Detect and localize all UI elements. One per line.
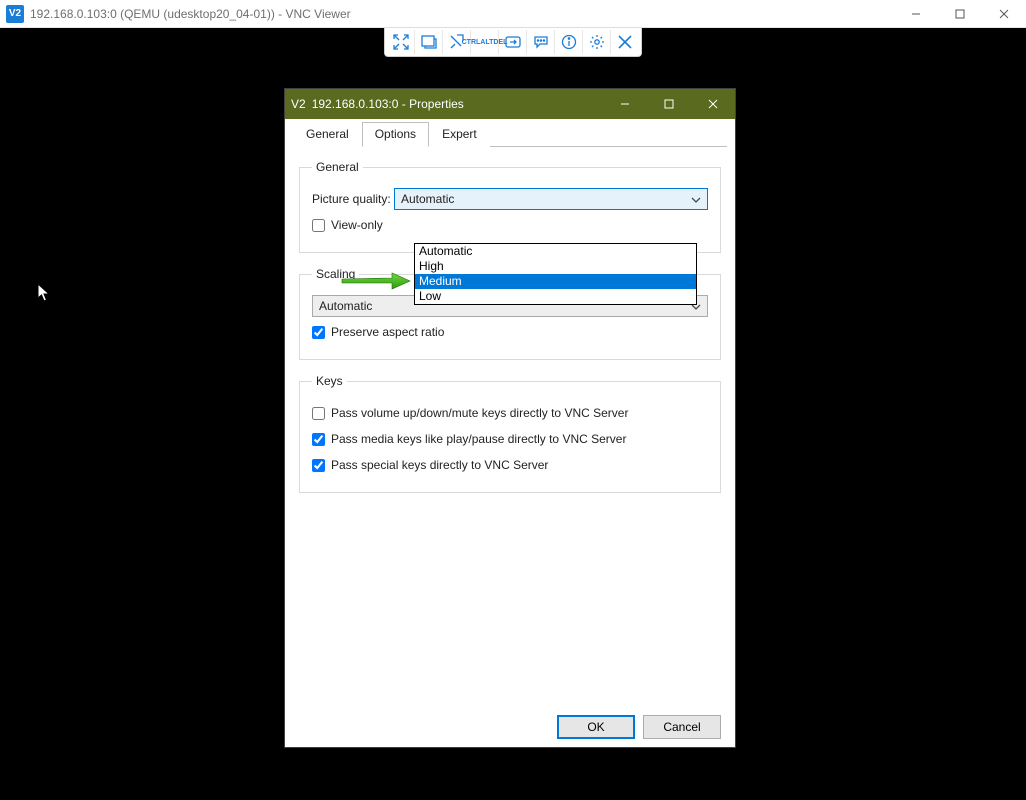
transfer-icon[interactable] [499,30,527,54]
minimize-button[interactable] [894,0,938,28]
dialog-close-button[interactable] [691,89,735,119]
properties-dialog: V2 192.168.0.103:0 - Properties General … [284,88,736,748]
tab-expert[interactable]: Expert [429,122,490,147]
windowed-icon[interactable] [415,30,443,54]
tab-options[interactable]: Options [362,122,429,147]
cancel-button[interactable]: Cancel [643,715,721,739]
options-panel: General Picture quality: Automatic [293,146,727,707]
close-session-icon[interactable] [611,30,639,54]
pass-volume-checkbox[interactable] [312,407,325,420]
info-icon[interactable] [555,30,583,54]
picture-quality-label: Picture quality: [312,192,394,206]
preserve-aspect-ratio-label: Preserve aspect ratio [331,325,444,339]
ok-button[interactable]: OK [557,715,635,739]
outer-window-title: 192.168.0.103:0 (QEMU (udesktop20_04-01)… [30,7,351,21]
vnc-floating-toolbar: CTRLALTDEL [384,28,642,57]
fullscreen-icon[interactable] [387,30,415,54]
view-only-label: View-only [331,218,383,232]
ctrl-alt-del-icon[interactable]: CTRLALTDEL [471,30,499,54]
picture-quality-select[interactable]: Automatic [394,188,708,210]
vnc-app-icon: V2 [6,5,24,23]
dropdown-option-low[interactable]: Low [415,289,696,304]
preserve-aspect-ratio-checkbox[interactable] [312,326,325,339]
pass-volume-label: Pass volume up/down/mute keys directly t… [331,406,628,420]
gear-icon[interactable] [583,30,611,54]
view-only-checkbox[interactable] [312,219,325,232]
dropdown-option-medium[interactable]: Medium [415,274,696,289]
remote-desktop-area[interactable]: CTRLALTDEL [0,28,1026,800]
dialog-minimize-button[interactable] [603,89,647,119]
annotation-arrow-icon [340,272,412,290]
dropdown-option-automatic[interactable]: Automatic [415,244,696,259]
close-button[interactable] [982,0,1026,28]
dialog-maximize-button[interactable] [647,89,691,119]
pass-special-label: Pass special keys directly to VNC Server [331,458,548,472]
dialog-app-icon: V2 [291,97,306,111]
picture-quality-dropdown[interactable]: Automatic High Medium Low [414,243,697,305]
dropdown-option-high[interactable]: High [415,259,696,274]
group-keys-legend: Keys [312,374,347,388]
pass-media-checkbox[interactable] [312,433,325,446]
dialog-title: 192.168.0.103:0 - Properties [312,97,464,111]
pass-special-checkbox[interactable] [312,459,325,472]
group-keys: Keys Pass volume up/down/mute keys direc… [299,374,721,493]
picture-quality-value: Automatic [401,192,454,206]
maximize-button[interactable] [938,0,982,28]
group-general: General Picture quality: Automatic [299,160,721,253]
chevron-down-icon [691,192,701,206]
pass-media-label: Pass media keys like play/pause directly… [331,432,626,446]
group-general-legend: General [312,160,363,174]
cursor-icon [37,283,51,303]
scaling-value: Automatic [319,299,372,313]
dialog-footer: OK Cancel [285,707,735,747]
tab-general[interactable]: General [293,122,362,147]
vnc-viewer-window: V2 192.168.0.103:0 (QEMU (udesktop20_04-… [0,0,1026,800]
outer-titlebar: V2 192.168.0.103:0 (QEMU (udesktop20_04-… [0,0,1026,28]
dialog-titlebar[interactable]: V2 192.168.0.103:0 - Properties [285,89,735,119]
chat-icon[interactable] [527,30,555,54]
